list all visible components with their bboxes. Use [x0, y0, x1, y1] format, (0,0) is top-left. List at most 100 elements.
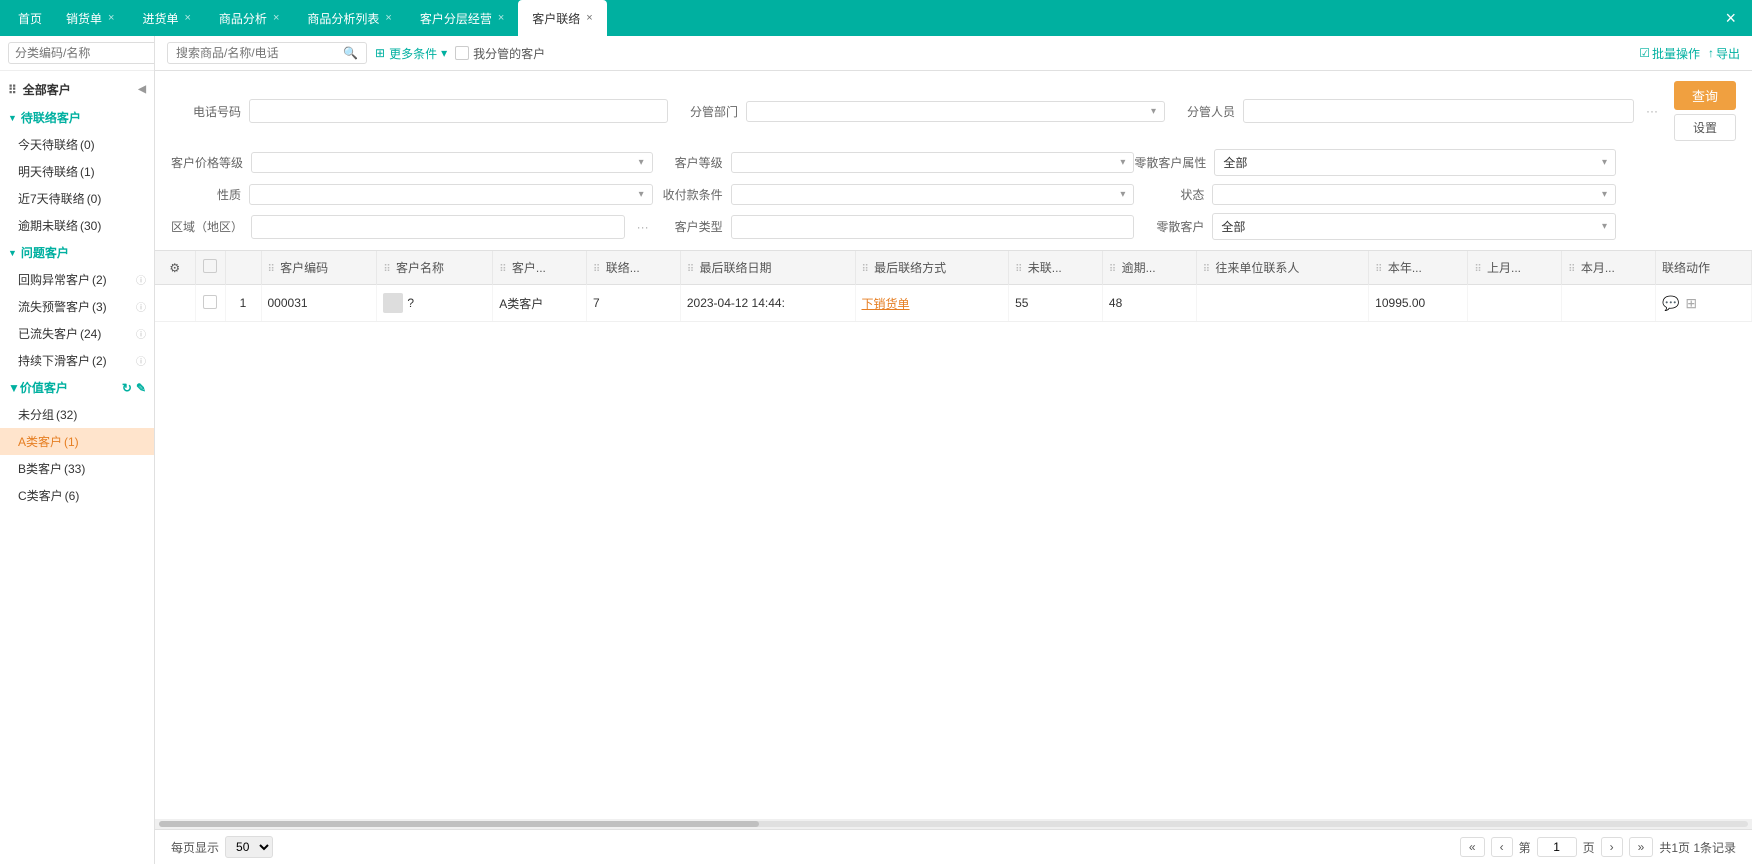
filter-retail-attr: 零散客户属性 全部 ▾: [1134, 149, 1616, 176]
nav-goods-analysis-list[interactable]: 商品分析列表 ×: [293, 0, 405, 36]
filter-phone-input[interactable]: [249, 99, 668, 123]
th-name: ⠿ 客户名称: [377, 251, 493, 285]
th-resizer-last-contact-date: ⠿: [687, 264, 694, 275]
value-edit-icon[interactable]: ✎: [136, 381, 146, 395]
my-customer-checkbox[interactable]: 我分管的客户: [455, 45, 545, 62]
row-code[interactable]: 000031: [261, 285, 377, 322]
th-resizer-last-month: ⠿: [1474, 264, 1481, 275]
filter-row-1: 电话号码 分管部门 ▾ 分管人员 ··· 查询 设置: [171, 81, 1736, 141]
row-checkbox-cell[interactable]: [195, 285, 225, 322]
close-customer-layer-tab[interactable]: ×: [498, 12, 504, 24]
batch-op-btn[interactable]: ☑ 批量操作: [1639, 45, 1700, 62]
sidebar-item-churn-warning[interactable]: 流失预警客户 (3) ⓘ: [0, 293, 154, 320]
sidebar-item-churned[interactable]: 已流失客户 (24) ⓘ: [0, 320, 154, 347]
sidebar-item-7days-pending[interactable]: 近7天待联络 (0): [0, 185, 154, 212]
search-icon[interactable]: 🔍: [343, 46, 358, 60]
region-dots-icon[interactable]: ···: [637, 220, 649, 234]
more-filter-btn[interactable]: ⊞ 更多条件 ▾: [375, 45, 447, 62]
filter-buttons: 查询 设置: [1674, 81, 1736, 141]
per-page-select[interactable]: 50: [225, 836, 273, 858]
filter-customer-level-select[interactable]: ▾: [731, 152, 1135, 173]
nav-home[interactable]: 首页: [8, 0, 52, 36]
nav-customer-contact[interactable]: 客户联络 ×: [518, 0, 606, 36]
close-purchase-tab[interactable]: ×: [184, 12, 190, 24]
nav-purchase[interactable]: 进货单 ×: [128, 0, 204, 36]
sidebar-item-a-class[interactable]: A类客户 (1): [0, 428, 154, 455]
filter-manager-input[interactable]: [1243, 99, 1634, 123]
row-last-contact-date: 2023-04-12 14:44:: [680, 285, 855, 322]
filter-nature-select[interactable]: ▾: [249, 184, 653, 205]
filter-dropdown-icon: ▾: [441, 46, 447, 60]
filter-price-level-select[interactable]: ▾: [251, 152, 653, 173]
filter-region-input[interactable]: [251, 215, 625, 239]
sidebar-item-today-pending[interactable]: 今天待联络 (0): [0, 131, 154, 158]
filter-status-select[interactable]: ▾: [1212, 184, 1616, 205]
settings-button[interactable]: 设置: [1674, 114, 1736, 141]
sidebar-item-declining[interactable]: 持续下滑客户 (2) ⓘ: [0, 347, 154, 374]
filter-payment-select[interactable]: ▾: [731, 184, 1135, 205]
nav-goods-analysis[interactable]: 商品分析 ×: [205, 0, 293, 36]
first-page-btn[interactable]: «: [1460, 837, 1485, 857]
close-customer-contact-tab[interactable]: ×: [586, 12, 592, 24]
my-customer-check-icon[interactable]: [455, 46, 469, 60]
last-contact-way-link[interactable]: 下销货单: [862, 297, 910, 311]
th-resizer-this-year: ⠿: [1375, 264, 1382, 275]
filter-retail-attr-select[interactable]: 全部 ▾: [1214, 149, 1616, 176]
th-settings[interactable]: ⚙: [155, 251, 195, 285]
manager-dots-icon[interactable]: ···: [1646, 104, 1658, 118]
select-all-checkbox[interactable]: [203, 259, 217, 273]
next-page-btn[interactable]: ›: [1601, 837, 1623, 857]
row-last-contact-way[interactable]: 下销货单: [855, 285, 1009, 322]
table-container: ⚙ ⠿ 客户编码 ⠿ 客户名称: [155, 251, 1752, 819]
value-refresh-icon[interactable]: ↻: [122, 381, 132, 395]
prev-page-btn[interactable]: ‹: [1491, 837, 1513, 857]
last-page-btn[interactable]: »: [1629, 837, 1654, 857]
footer: 每页显示 50 « ‹ 第 页 › » 共1页 1条记录: [155, 829, 1752, 864]
page-number-input[interactable]: [1537, 837, 1577, 857]
filter-dept-select[interactable]: ▾: [746, 101, 1165, 122]
search-input[interactable]: [176, 46, 343, 60]
sidebar-item-b-class[interactable]: B类客户 (33): [0, 455, 154, 482]
th-category: ⠿ 客户...: [493, 251, 587, 285]
sidebar-item-unclassified[interactable]: 未分组 (32): [0, 401, 154, 428]
hscroll-thumb[interactable]: [159, 821, 759, 827]
th-resizer-unit-contact: ⠿: [1203, 264, 1210, 275]
row-checkbox[interactable]: [203, 295, 217, 309]
horizontal-scrollbar[interactable]: [155, 819, 1752, 829]
sidebar-search-input[interactable]: [8, 42, 155, 64]
th-checkbox[interactable]: [195, 251, 225, 285]
filter-icon: ⊞: [375, 46, 385, 60]
sidebar-item-tomorrow-pending[interactable]: 明天待联络 (1): [0, 158, 154, 185]
query-button[interactable]: 查询: [1674, 81, 1736, 110]
filter-retail-select[interactable]: 全部 ▾: [1212, 213, 1616, 240]
filter-dept: 分管部门 ▾: [668, 101, 1165, 122]
row-action: 💬 ⊞: [1655, 285, 1751, 322]
batch-check-icon: ☑: [1639, 46, 1650, 60]
filter-region: 区域（地区） ···: [171, 215, 653, 239]
info-icon-declining: ⓘ: [136, 353, 146, 368]
window-close-button[interactable]: ×: [1717, 8, 1744, 29]
nav-customer-layer[interactable]: 客户分层经营 ×: [406, 0, 518, 36]
price-level-dropdown-arrow: ▾: [639, 157, 644, 168]
close-goods-analysis-tab[interactable]: ×: [273, 12, 279, 24]
row-this-year: 10995.00: [1369, 285, 1468, 322]
export-btn[interactable]: ↑ 导出: [1708, 45, 1740, 62]
chat-icon[interactable]: 💬: [1662, 295, 1679, 312]
settings-icon[interactable]: ⚙: [169, 261, 180, 275]
info-icon-churned: ⓘ: [136, 326, 146, 341]
pending-section-label: ▼ 待联络客户: [0, 104, 154, 131]
row-name[interactable]: ?: [377, 285, 493, 322]
nav-sales[interactable]: 销货单 ×: [52, 0, 128, 36]
row-category: A类客户: [493, 285, 587, 322]
sidebar-item-c-class[interactable]: C类客户 (6): [0, 482, 154, 509]
close-sales-tab[interactable]: ×: [108, 12, 114, 24]
problem-section-label: ▼ 问题客户: [0, 239, 154, 266]
info-icon-repurchase: ⓘ: [136, 272, 146, 287]
grid-action-icon[interactable]: ⊞: [1685, 295, 1697, 312]
all-customers-header[interactable]: ⠿ 全部客户 ◀: [0, 75, 154, 104]
sidebar-item-repurchase-abnormal[interactable]: 回购异常客户 (2) ⓘ: [0, 266, 154, 293]
close-goods-analysis-list-tab[interactable]: ×: [385, 12, 391, 24]
filter-customer-type-input[interactable]: [731, 215, 1135, 239]
sidebar-item-overdue-pending[interactable]: 逾期未联络 (30): [0, 212, 154, 239]
customer-table: ⚙ ⠿ 客户编码 ⠿ 客户名称: [155, 251, 1752, 322]
